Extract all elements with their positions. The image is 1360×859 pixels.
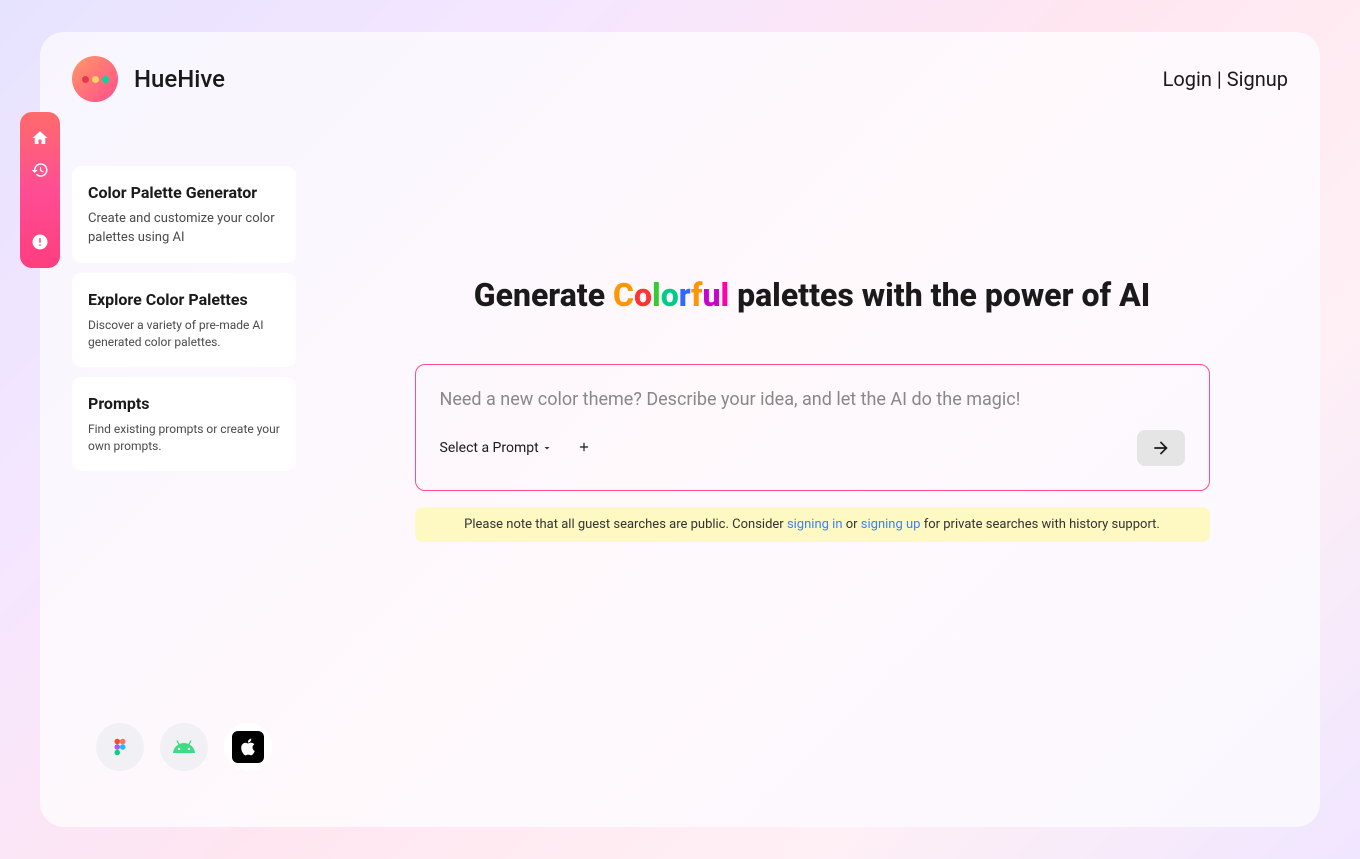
- center-panel: Generate Colorful palettes with the powe…: [336, 126, 1288, 542]
- select-prompt-label: Select a Prompt: [440, 440, 539, 456]
- submit-button[interactable]: [1137, 430, 1185, 466]
- signup-link-notice[interactable]: signing up: [861, 517, 921, 532]
- notice-text-1: Please note that all guest searches are …: [464, 517, 787, 532]
- headline-colorful: Colorful: [613, 276, 729, 314]
- headline-suffix: palettes with the power of AI: [729, 276, 1150, 314]
- left-panel: Color Palette Generator Create and custom…: [72, 166, 296, 542]
- floating-sidebar: [20, 112, 60, 268]
- plus-icon[interactable]: [577, 439, 591, 458]
- alert-icon[interactable]: [30, 232, 50, 252]
- figma-icon[interactable]: [96, 723, 144, 771]
- logo-area[interactable]: HueHive: [72, 56, 225, 102]
- android-icon[interactable]: [160, 723, 208, 771]
- option-title: Color Palette Generator: [88, 182, 280, 204]
- prompt-placeholder[interactable]: Need a new color theme? Describe your id…: [440, 389, 1185, 410]
- option-title: Prompts: [88, 393, 280, 415]
- option-card-0[interactable]: Color Palette Generator Create and custom…: [72, 166, 296, 263]
- chevron-down-icon: [541, 442, 553, 454]
- option-card-1[interactable]: Explore Color Palettes Discover a variety…: [72, 273, 296, 367]
- auth-links: Login | Signup: [1163, 67, 1288, 91]
- headline-prefix: Generate: [474, 276, 613, 314]
- select-prompt-area: Select a Prompt: [440, 439, 591, 458]
- option-desc: Discover a variety of pre-made AI genera…: [88, 317, 280, 351]
- option-title: Explore Color Palettes: [88, 289, 280, 311]
- headline: Generate Colorful palettes with the powe…: [474, 276, 1150, 314]
- main-card: HueHive Login | Signup Color Palette Gen…: [40, 32, 1320, 827]
- auth-divider: |: [1212, 67, 1227, 91]
- app-title: HueHive: [134, 65, 225, 93]
- notice-text-3: for private searches with history suppor…: [920, 517, 1159, 532]
- prompt-input-box: Need a new color theme? Describe your id…: [415, 364, 1210, 491]
- notice-bar: Please note that all guest searches are …: [415, 507, 1210, 542]
- header: HueHive Login | Signup: [40, 32, 1320, 126]
- apple-icon[interactable]: [224, 723, 272, 771]
- platform-icons: [96, 723, 272, 771]
- content-area: Color Palette Generator Create and custom…: [40, 126, 1320, 542]
- signin-link[interactable]: signing in: [787, 517, 843, 532]
- input-row: Select a Prompt: [440, 430, 1185, 466]
- history-icon[interactable]: [30, 160, 50, 180]
- signup-link[interactable]: Signup: [1227, 67, 1288, 91]
- option-desc: Create and customize your color palettes…: [88, 210, 280, 246]
- option-desc: Find existing prompts or create your own…: [88, 421, 280, 455]
- arrow-right-icon: [1151, 438, 1171, 458]
- option-card-2[interactable]: Prompts Find existing prompts or create y…: [72, 377, 296, 471]
- select-prompt-dropdown[interactable]: Select a Prompt: [440, 440, 553, 456]
- logo-icon: [72, 56, 118, 102]
- notice-text-2: or: [843, 517, 861, 532]
- login-link[interactable]: Login: [1163, 67, 1212, 91]
- home-icon[interactable]: [30, 128, 50, 148]
